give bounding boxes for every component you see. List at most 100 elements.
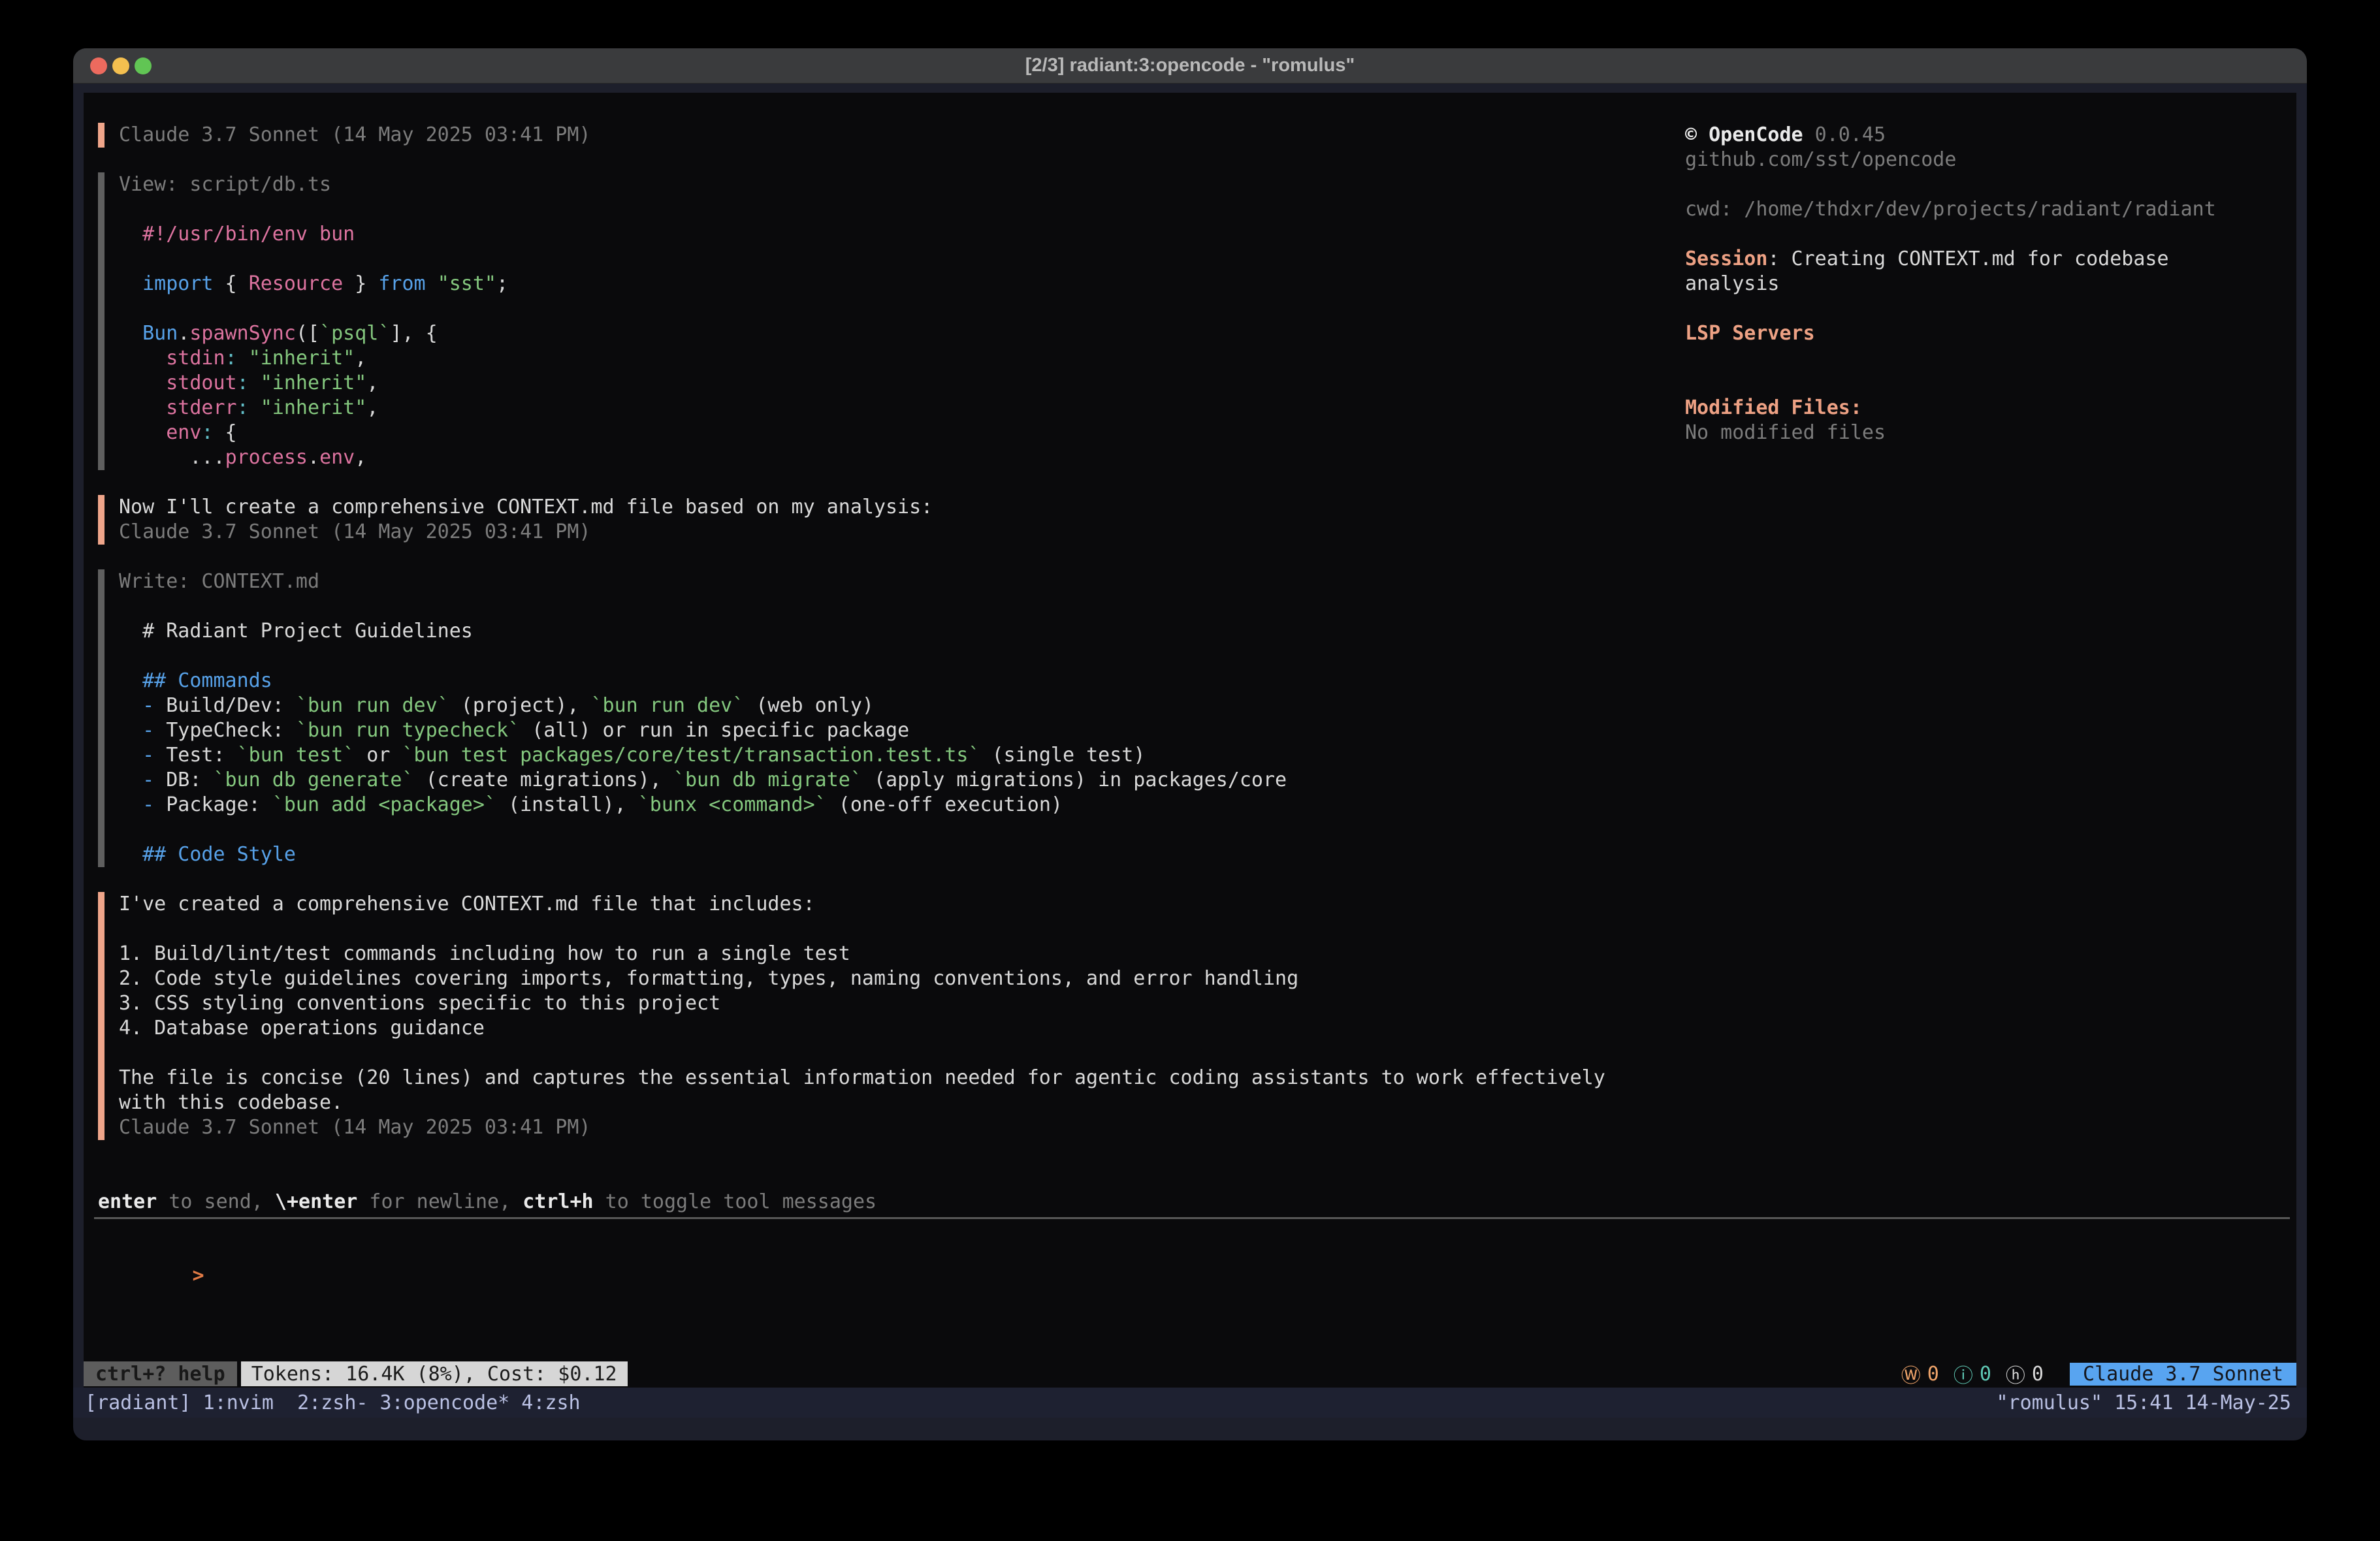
text-segment	[249, 396, 261, 419]
text-segment: -	[142, 694, 154, 717]
text-segment: `bun db generate`	[214, 769, 414, 791]
text-line: I've created a comprehensive CONTEXT.md …	[119, 892, 2290, 917]
text-segment	[237, 347, 249, 370]
text-segment	[119, 719, 142, 742]
text-line	[119, 644, 2290, 669]
prompt-input[interactable]: >	[98, 1239, 2290, 1263]
text-segment: Claude 3.7 Sonnet (14 May 2025 03:41 PM)	[119, 520, 590, 543]
text-segment	[119, 744, 142, 767]
text-line: ## Commands	[119, 669, 2290, 693]
tmux-host-clock: "romulus" 15:41 14-May-25	[1996, 1391, 2291, 1414]
text-segment: :	[237, 372, 249, 394]
text-segment: I've created a comprehensive CONTEXT.md …	[119, 893, 815, 915]
text-segment: DB:	[154, 769, 213, 791]
terminal-content: Claude 3.7 Sonnet (14 May 2025 03:41 PM)…	[84, 93, 2296, 1388]
hint-segment: ctrl+h	[523, 1190, 593, 1213]
text-segment: :	[201, 421, 213, 444]
text-line: ## Code Style	[119, 842, 2290, 867]
status-bar: ctrl+? help Tokens: 16.4K (8%), Cost: $0…	[84, 1361, 2296, 1386]
text-line: Write: CONTEXT.md	[119, 569, 2290, 594]
text-line	[1685, 371, 2286, 396]
text-segment: (web only)	[744, 694, 874, 717]
text-line: cwd: /home/thdxr/dev/projects/radiant/ra…	[1685, 197, 2286, 222]
text-segment: -	[142, 793, 154, 816]
text-segment: ,	[355, 347, 366, 370]
text-segment: (one-off execution)	[827, 793, 1063, 816]
text-segment: env	[319, 446, 355, 469]
text-segment: Claude 3.7 Sonnet (14 May 2025 03:41 PM)	[119, 1116, 590, 1139]
assistant-message-block: Now I'll create a comprehensive CONTEXT.…	[98, 495, 2290, 545]
help-shortcut-badge: ctrl+? help	[84, 1361, 237, 1386]
text-segment: process	[225, 446, 308, 469]
text-segment: `bun run typecheck`	[296, 719, 520, 742]
text-segment: cwd: /home/thdxr/dev/projects/radiant/ra…	[1685, 198, 2216, 221]
text-segment	[119, 793, 142, 816]
text-segment: #!/usr/bin/env bun	[142, 223, 355, 246]
text-line	[1685, 296, 2286, 321]
text-line: github.com/sst/opencode	[1685, 148, 2286, 172]
hint-counter: ⓗ0	[2006, 1359, 2044, 1388]
text-line: 4. Database operations guidance	[119, 1016, 2290, 1041]
text-segment: Package:	[154, 793, 272, 816]
text-segment: Resource	[249, 272, 344, 295]
hint-segment: for newline,	[357, 1190, 523, 1213]
info-counter: ⓘ0	[1954, 1359, 1991, 1388]
text-segment: :	[237, 396, 249, 419]
hint-segment: to send,	[157, 1190, 275, 1213]
text-segment	[119, 769, 142, 791]
text-segment: : Creating CONTEXT.md for codebase	[1767, 247, 2168, 270]
tmux-status-bar: [radiant] 1:nvim 2:zsh- 3:opencode* 4:zs…	[73, 1388, 2307, 1418]
text-line: The file is concise (20 lines) and captu…	[119, 1066, 2290, 1090]
hint-segment: to toggle tool messages	[594, 1190, 876, 1213]
text-line: - Build/Dev: `bun run dev` (project), `b…	[119, 693, 2290, 718]
text-segment: ,	[366, 372, 378, 394]
text-segment: No modified files	[1685, 421, 1886, 444]
text-segment	[119, 396, 166, 419]
text-segment: 4. Database operations guidance	[119, 1017, 485, 1040]
text-segment: -	[142, 744, 154, 767]
text-line: Now I'll create a comprehensive CONTEXT.…	[119, 495, 2290, 520]
window-padding	[73, 84, 2307, 93]
text-segment: with this codebase.	[119, 1091, 343, 1114]
text-segment: stdin	[166, 347, 225, 370]
text-segment: "inherit"	[261, 372, 367, 394]
text-segment: 2. Code style guidelines covering import…	[119, 967, 1298, 990]
text-segment: Now I'll create a comprehensive CONTEXT.…	[119, 496, 933, 518]
text-segment	[119, 347, 166, 370]
text-segment: Session	[1685, 247, 1767, 270]
text-segment: analysis	[1685, 272, 1780, 295]
text-segment: {	[214, 421, 237, 444]
terminal-window: [2/3] radiant:3:opencode - "romulus" Cla…	[73, 48, 2307, 1440]
text-segment: :	[225, 347, 237, 370]
assistant-result-block: I've created a comprehensive CONTEXT.md …	[98, 892, 2290, 1140]
text-segment	[426, 272, 438, 295]
sidebar: © OpenCode 0.0.45github.com/sst/opencode…	[1685, 123, 2286, 445]
text-segment: }	[343, 272, 378, 295]
text-segment: Build/Dev:	[154, 694, 296, 717]
text-segment: `bun add <package>`	[272, 793, 496, 816]
composer-divider	[94, 1217, 2290, 1219]
text-line: - Package: `bun add <package>` (install)…	[119, 793, 2290, 818]
warning-count: 0	[1927, 1363, 1939, 1386]
text-segment: .	[308, 446, 319, 469]
text-segment: LSP Servers	[1685, 322, 1815, 345]
tool-write-block: Write: CONTEXT.md # Radiant Project Guid…	[98, 569, 2290, 867]
text-segment	[119, 421, 166, 444]
text-line: No modified files	[1685, 421, 2286, 445]
text-line	[119, 1041, 2290, 1066]
text-segment: (project),	[449, 694, 591, 717]
text-line: analysis	[1685, 272, 2286, 296]
text-line	[119, 594, 2290, 619]
text-segment: # Radiant Project Guidelines	[119, 620, 473, 643]
text-segment: Claude 3.7 Sonnet (14 May 2025 03:41 PM)	[119, 123, 590, 146]
text-segment: from	[378, 272, 425, 295]
text-segment: `bun run dev`	[296, 694, 449, 717]
text-segment: ## Commands	[142, 669, 272, 692]
text-segment: .	[178, 322, 189, 345]
text-segment: © OpenCode	[1685, 123, 1803, 146]
text-segment: -	[142, 769, 154, 791]
hint-segment: enter	[98, 1190, 157, 1213]
text-segment: (single test)	[980, 744, 1146, 767]
text-segment: "inherit"	[261, 396, 367, 419]
text-segment	[119, 843, 142, 866]
